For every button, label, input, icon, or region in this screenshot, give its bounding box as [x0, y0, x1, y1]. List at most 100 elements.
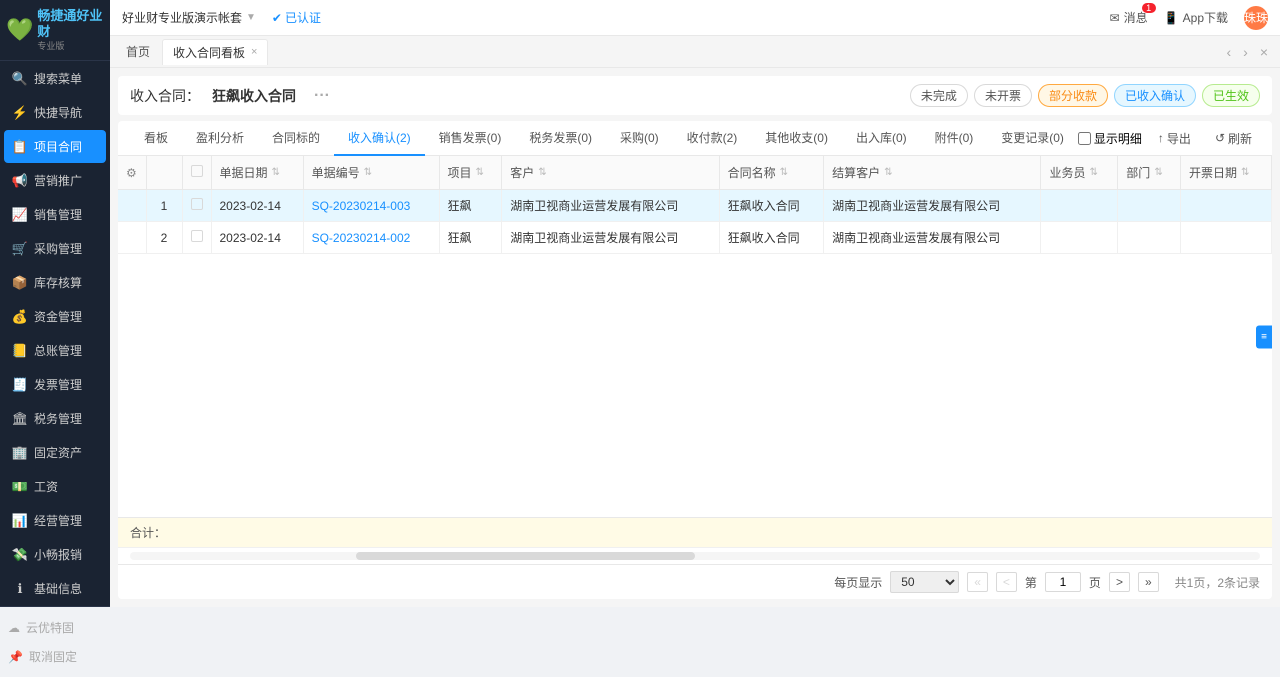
sidebar-item-2[interactable]: 📋 项目合同 [4, 130, 106, 163]
sidebar-item-10[interactable]: 🏛 税务管理 [4, 402, 106, 435]
tab-prev-button[interactable]: ‹ [1222, 42, 1235, 62]
refresh-button[interactable]: ↺ 刷新 [1207, 126, 1260, 151]
tab-contract-board-label: 收入合同看板 [173, 44, 245, 61]
sidebar-item-0[interactable]: 🔍 搜索菜单 [4, 62, 106, 95]
th-dept[interactable]: 部门⇅ [1118, 156, 1181, 190]
sidebar-icon-0: 🔍 [12, 71, 28, 87]
row-code-link-1[interactable]: SQ-20230214-002 [312, 231, 411, 245]
sort-code-icon: ⇅ [364, 167, 372, 178]
sidebar-item-5[interactable]: 🛒 采购管理 [4, 232, 106, 265]
sidebar-icon-6: 📦 [12, 275, 28, 291]
row-no-0: 1 [146, 190, 182, 222]
sidebar-item-1[interactable]: ⚡ 快捷导航 [4, 96, 106, 129]
right-expand-button[interactable]: ≡ [1256, 325, 1272, 348]
row-code-link-0[interactable]: SQ-20230214-003 [312, 199, 411, 213]
row-check-1[interactable] [182, 222, 211, 254]
th-bill-date[interactable]: 开票日期⇅ [1181, 156, 1272, 190]
subtab-10[interactable]: 附件(0) [921, 121, 988, 156]
subtab-9[interactable]: 出入库(0) [842, 121, 921, 156]
last-page-button[interactable]: » [1138, 572, 1159, 592]
subtab-5[interactable]: 税务发票(0) [515, 121, 606, 156]
table-row[interactable]: 1 2023-02-14 SQ-20230214-003 狂飙 湖南卫视商业运营… [118, 190, 1272, 222]
app-download-label: App下载 [1183, 9, 1228, 26]
per-page-select[interactable]: 50 20 100 [890, 571, 959, 593]
subtab-8[interactable]: 其他收支(0) [751, 121, 842, 156]
next-page-button[interactable]: > [1109, 572, 1130, 592]
sidebar-item-4[interactable]: 📈 销售管理 [4, 198, 106, 231]
sidebar-item-14[interactable]: 💸 小畅报销 [4, 538, 106, 571]
row-code-0[interactable]: SQ-20230214-003 [303, 190, 439, 222]
status-incomplete[interactable]: 未完成 [910, 84, 968, 107]
company-selector[interactable]: 好业财专业版演示帐套 ▼ [122, 9, 256, 26]
first-page-button[interactable]: « [967, 572, 988, 592]
app-download-button[interactable]: 📱 App下载 [1164, 9, 1228, 26]
show-detail-checkbox[interactable] [1078, 132, 1091, 145]
th-customer[interactable]: 客户⇅ [502, 156, 719, 190]
settings-icon[interactable]: ⚙ [126, 166, 137, 180]
row-contract-0: 狂飙收入合同 [719, 190, 824, 222]
sidebar-item-7[interactable]: 💰 资金管理 [4, 300, 106, 333]
tab-close-icon[interactable]: × [251, 46, 257, 58]
sort-settle-icon: ⇅ [884, 167, 892, 178]
table-header-row: ⚙ 单据日期⇅ 单据编号⇅ 项目⇅ 客户⇅ 合同名称⇅ 结算客户⇅ 业务员⇅ 部… [118, 156, 1272, 190]
row-check-0[interactable] [182, 190, 211, 222]
sidebar-item-13[interactable]: 📊 经营管理 [4, 504, 106, 537]
sidebar-icon-1: ⚡ [12, 105, 28, 121]
subtab-6[interactable]: 采购(0) [606, 121, 673, 156]
tab-home[interactable]: 首页 [118, 39, 158, 64]
dropdown-icon: ▼ [246, 12, 256, 23]
row-code-1[interactable]: SQ-20230214-002 [303, 222, 439, 254]
status-partial-payment[interactable]: 部分收款 [1038, 84, 1108, 107]
contract-more-button[interactable]: ··· [308, 85, 336, 107]
sidebar-bottom-cloud[interactable]: ☁ 云优特固 [0, 613, 110, 642]
subtab-3[interactable]: 收入确认(2) [334, 121, 425, 156]
th-code[interactable]: 单据编号⇅ [303, 156, 439, 190]
tab-next-button[interactable]: › [1239, 42, 1252, 62]
row-checkbox-0[interactable] [191, 198, 203, 210]
row-settle-0: 湖南卫视商业运营发展有限公司 [824, 190, 1041, 222]
page-number-input[interactable] [1045, 572, 1081, 592]
status-no-invoice[interactable]: 未开票 [974, 84, 1032, 107]
sidebar-bottom-unpin[interactable]: 📌 取消固定 [0, 642, 110, 671]
table-row[interactable]: 2 2023-02-14 SQ-20230214-002 狂飙 湖南卫视商业运营… [118, 222, 1272, 254]
subtab-1[interactable]: 盈利分析 [182, 121, 258, 156]
show-detail-checkbox-label[interactable]: 显示明细 [1078, 130, 1142, 147]
messages-button[interactable]: ✉ 消息 1 [1110, 9, 1148, 26]
th-salesman[interactable]: 业务员⇅ [1041, 156, 1118, 190]
sidebar-label-13: 经营管理 [34, 512, 82, 529]
th-contract[interactable]: 合同名称⇅ [719, 156, 824, 190]
total-info: 共1页，2条记录 [1175, 574, 1260, 591]
sidebar-label-0: 搜索菜单 [34, 70, 82, 87]
subtab-2[interactable]: 合同标的 [258, 121, 334, 156]
sidebar-icon-11: 🏢 [12, 445, 28, 461]
sidebar-item-11[interactable]: 🏢 固定资产 [4, 436, 106, 469]
subtab-4[interactable]: 销售发票(0) [425, 121, 516, 156]
sidebar-item-3[interactable]: 📢 营销推广 [4, 164, 106, 197]
sidebar-item-9[interactable]: 🧾 发票管理 [4, 368, 106, 401]
select-all-checkbox[interactable] [191, 165, 203, 177]
th-settle-customer[interactable]: 结算客户⇅ [824, 156, 1041, 190]
th-date[interactable]: 单据日期⇅ [211, 156, 303, 190]
export-button[interactable]: ↑ 导出 [1150, 126, 1199, 151]
tab-close-all-button[interactable]: × [1256, 42, 1272, 62]
subtab-0[interactable]: 看板 [130, 121, 182, 156]
contract-header: 收入合同： 狂飙收入合同 ··· 未完成 未开票 部分收款 已收入确认 已生效 [118, 76, 1272, 115]
sidebar-icon-10: 🏛 [12, 411, 28, 427]
horizontal-scrollbar[interactable] [130, 552, 1260, 560]
sidebar-icon-13: 📊 [12, 513, 28, 529]
row-checkbox-1[interactable] [191, 230, 203, 242]
subtab-7[interactable]: 收付款(2) [673, 121, 752, 156]
row-contract-1: 狂飙收入合同 [719, 222, 824, 254]
status-effective[interactable]: 已生效 [1202, 84, 1260, 107]
verified-text: 已认证 [285, 9, 321, 26]
subtab-11[interactable]: 变更记录(0) [987, 121, 1078, 156]
prev-page-button[interactable]: < [996, 572, 1017, 592]
status-revenue-confirmed[interactable]: 已收入确认 [1114, 84, 1196, 107]
sidebar-item-12[interactable]: 💵 工资 [4, 470, 106, 503]
sidebar-item-6[interactable]: 📦 库存核算 [4, 266, 106, 299]
tab-contract-board[interactable]: 收入合同看板 × [162, 39, 268, 65]
th-project[interactable]: 项目⇅ [439, 156, 502, 190]
sidebar-item-15[interactable]: ℹ 基础信息 [4, 572, 106, 605]
sidebar-item-8[interactable]: 📒 总账管理 [4, 334, 106, 367]
user-avatar[interactable]: 珠珠 [1244, 6, 1268, 30]
